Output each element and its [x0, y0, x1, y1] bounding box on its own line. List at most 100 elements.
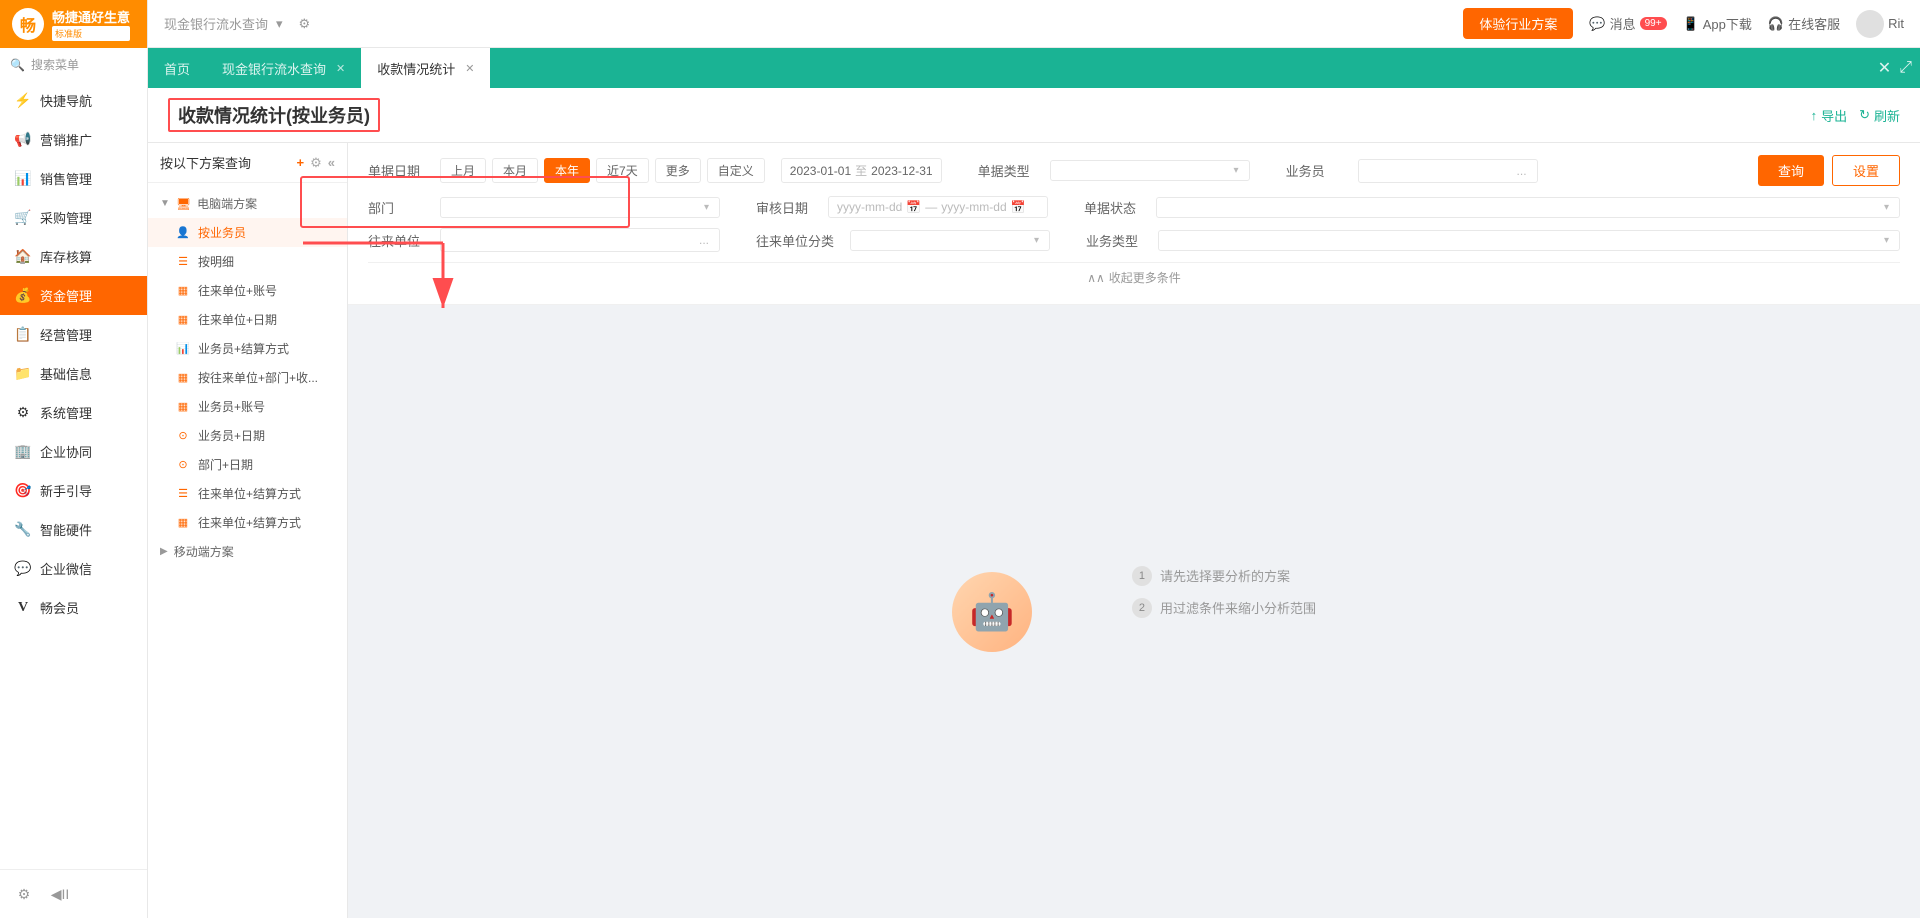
sidebar-search[interactable]: 🔍 搜索菜单 [0, 48, 147, 81]
scheme-item-partner-account[interactable]: ▦ 往来单位+账号 [148, 276, 347, 305]
tab-collection[interactable]: 收款情况统计 ✕ [361, 48, 490, 88]
sidebar-item-label: 销售管理 [40, 169, 92, 188]
scheme-item-partner-date[interactable]: ▦ 往来单位+日期 [148, 305, 347, 334]
date-btn-last-month[interactable]: 上月 [440, 158, 486, 183]
empty-content: 🤖 1 请先选择要分析的方案 2 用过滤条件来缩小分析范围 [952, 572, 1316, 652]
sidebar-item-finance[interactable]: 💰 资金管理 [0, 276, 147, 315]
dept-select[interactable]: ▾ [440, 197, 720, 218]
tab-expand-icon[interactable]: ⤢ [1899, 59, 1912, 77]
try-btn[interactable]: 体验行业方案 [1463, 8, 1573, 39]
sidebar-item-system[interactable]: ⚙ 系统管理 [0, 393, 147, 432]
sidebar-item-label: 营销推广 [40, 130, 92, 149]
refresh-btn[interactable]: ↻ 刷新 [1859, 106, 1900, 125]
scheme-group-pc: ▼ 🖥 电脑端方案 👤 按业务员 ☰ 按明细 [148, 189, 347, 537]
table-icon: ▦ [176, 313, 190, 327]
sidebar-item-label: 智能硬件 [40, 520, 92, 539]
tab-cashflow[interactable]: 现金银行流水查询 ✕ [206, 48, 361, 88]
pc-icon: 🖥 [176, 197, 191, 211]
content-area: 单据日期 上月 本月 本年 近7天 更多 自定义 2023-01-01 至 [348, 143, 1920, 918]
arrow-down-icon: ▼ [160, 198, 170, 209]
export-icon: ↑ [1811, 108, 1818, 123]
scheme-settings-icon[interactable]: ⚙ [310, 155, 322, 171]
scheme-item-dept-date[interactable]: ⊙ 部门+日期 [148, 450, 347, 479]
tab-home[interactable]: 首页 [148, 48, 206, 88]
set-btn[interactable]: 设置 [1832, 155, 1900, 186]
date-btn-more[interactable]: 更多 [655, 158, 701, 183]
partner-type-select[interactable]: ▾ [850, 230, 1050, 251]
scheme-item-partner-settle2[interactable]: ▦ 往来单位+结算方式 [148, 508, 347, 537]
type-select[interactable]: ▾ [1050, 160, 1250, 181]
sidebar-item-marketing[interactable]: 📢 营销推广 [0, 120, 147, 159]
filter-row-2: 部门 ▾ 审核日期 yyyy-mm-dd 📅 — yyyy-mm-dd 📅 [368, 196, 1900, 218]
dropdown-icon[interactable]: ▾ [276, 16, 283, 32]
app-icon: 📱 [1683, 16, 1699, 32]
sidebar-item-label: 库存核算 [40, 247, 92, 266]
export-btn[interactable]: ↑ 导出 [1811, 106, 1848, 125]
scheme-item-salesman-date[interactable]: ⊙ 业务员+日期 [148, 421, 347, 450]
sidebar-item-business[interactable]: 📋 经营管理 [0, 315, 147, 354]
tab-close-icon[interactable]: ✕ [465, 62, 474, 75]
sidebar-item-sales[interactable]: 📊 销售管理 [0, 159, 147, 198]
date-btn-this-month[interactable]: 本月 [492, 158, 538, 183]
sidebar-item-label: 经营管理 [40, 325, 92, 344]
date-range-input[interactable]: 2023-01-01 至 2023-12-31 [781, 158, 942, 183]
partner-input[interactable]: ... [440, 228, 720, 252]
status-select[interactable]: ▾ [1156, 197, 1900, 218]
sidebar-item-company[interactable]: 🏢 企业协同 [0, 432, 147, 471]
edition-badge: 标准版 [52, 26, 130, 41]
company-icon: 🏢 [14, 443, 32, 461]
date-btn-last7[interactable]: 近7天 [596, 158, 649, 183]
service-btn[interactable]: 🎧 在线客服 [1768, 14, 1840, 33]
date-btn-custom[interactable]: 自定义 [707, 158, 765, 183]
scheme-item-salesman-account[interactable]: ▦ 业务员+账号 [148, 392, 347, 421]
sidebar-item-guide[interactable]: 🎯 新手引导 [0, 471, 147, 510]
audit-date-input[interactable]: yyyy-mm-dd 📅 — yyyy-mm-dd 📅 [828, 196, 1048, 218]
sidebar-item-hardware[interactable]: 🔧 智能硬件 [0, 510, 147, 549]
scheme-item-partner-settle1[interactable]: ☰ 往来单位+结算方式 [148, 479, 347, 508]
app-download-btn[interactable]: 📱 App下载 [1683, 14, 1752, 33]
date-btn-this-year[interactable]: 本年 [544, 158, 590, 183]
sidebar-item-basic[interactable]: 📁 基础信息 [0, 354, 147, 393]
sidebar-item-member[interactable]: V 畅会员 [0, 588, 147, 627]
empty-robot-icon: 🤖 [952, 572, 1032, 652]
sidebar: 畅 畅捷通好生意 标准版 🔍 搜索菜单 ⚡ 快捷导航 📢 营销推广 📊 销售管理… [0, 0, 148, 918]
msg-btn[interactable]: 💬 消息 99+ [1589, 14, 1666, 33]
logo-area: 畅 畅捷通好生意 标准版 [0, 0, 147, 48]
scheme-item-by-salesman[interactable]: 👤 按业务员 [148, 218, 347, 247]
list-icon: ☰ [176, 487, 190, 501]
collapse-sidebar-btn[interactable]: ◀II [46, 880, 74, 908]
chevron-down-icon: ▾ [1884, 202, 1889, 213]
sidebar-nav: ⚡ 快捷导航 📢 营销推广 📊 销售管理 🛒 采购管理 🏠 库存核算 💰 资金管… [0, 81, 147, 869]
scheme-item-salesman-settle[interactable]: 📊 业务员+结算方式 [148, 334, 347, 363]
sidebar-bottom: ⚙ ◀II [0, 869, 147, 918]
user-area[interactable]: Rit [1856, 10, 1904, 38]
app-label: App下载 [1703, 14, 1752, 33]
sidebar-item-inventory[interactable]: 🏠 库存核算 [0, 237, 147, 276]
scheme-item-by-detail[interactable]: ☰ 按明细 [148, 247, 347, 276]
sidebar-item-wechat[interactable]: 💬 企业微信 [0, 549, 147, 588]
collapse-filter-btn[interactable]: ∧∧ 收起更多条件 [368, 262, 1900, 292]
query-btn[interactable]: 查询 [1758, 155, 1824, 186]
sidebar-item-label: 企业协同 [40, 442, 92, 461]
salesman-icon: 👤 [176, 226, 190, 240]
salesman-select[interactable]: ... [1358, 159, 1538, 183]
system-icon: ⚙ [14, 404, 32, 422]
tab-close-all-icon[interactable]: ✕ [1878, 58, 1891, 78]
hint-num-2: 2 [1132, 598, 1152, 618]
settings-icon[interactable]: ⚙ [299, 16, 311, 32]
wechat-icon: 💬 [14, 560, 32, 578]
biz-type-select[interactable]: ▾ [1158, 230, 1900, 251]
marketing-icon: 📢 [14, 131, 32, 149]
settings-bottom-btn[interactable]: ⚙ [10, 880, 38, 908]
sidebar-item-quicknav[interactable]: ⚡ 快捷导航 [0, 81, 147, 120]
scheme-collapse-icon[interactable]: « [328, 155, 335, 171]
calendar-icon[interactable]: 📅 [906, 200, 921, 214]
calendar-icon[interactable]: 📅 [1011, 200, 1026, 214]
scheme-item-partner-dept-collect[interactable]: ▦ 按往来单位+部门+收... [148, 363, 347, 392]
scheme-add-icon[interactable]: + [297, 155, 305, 171]
scheme-group-header-mobile[interactable]: ▶ 移动端方案 [148, 537, 347, 566]
sidebar-item-purchase[interactable]: 🛒 采购管理 [0, 198, 147, 237]
tab-close-icon[interactable]: ✕ [336, 62, 345, 75]
scheme-group-header-pc[interactable]: ▼ 🖥 电脑端方案 [148, 189, 347, 218]
page-title-right: ↑ 导出 ↻ 刷新 [1811, 106, 1900, 125]
